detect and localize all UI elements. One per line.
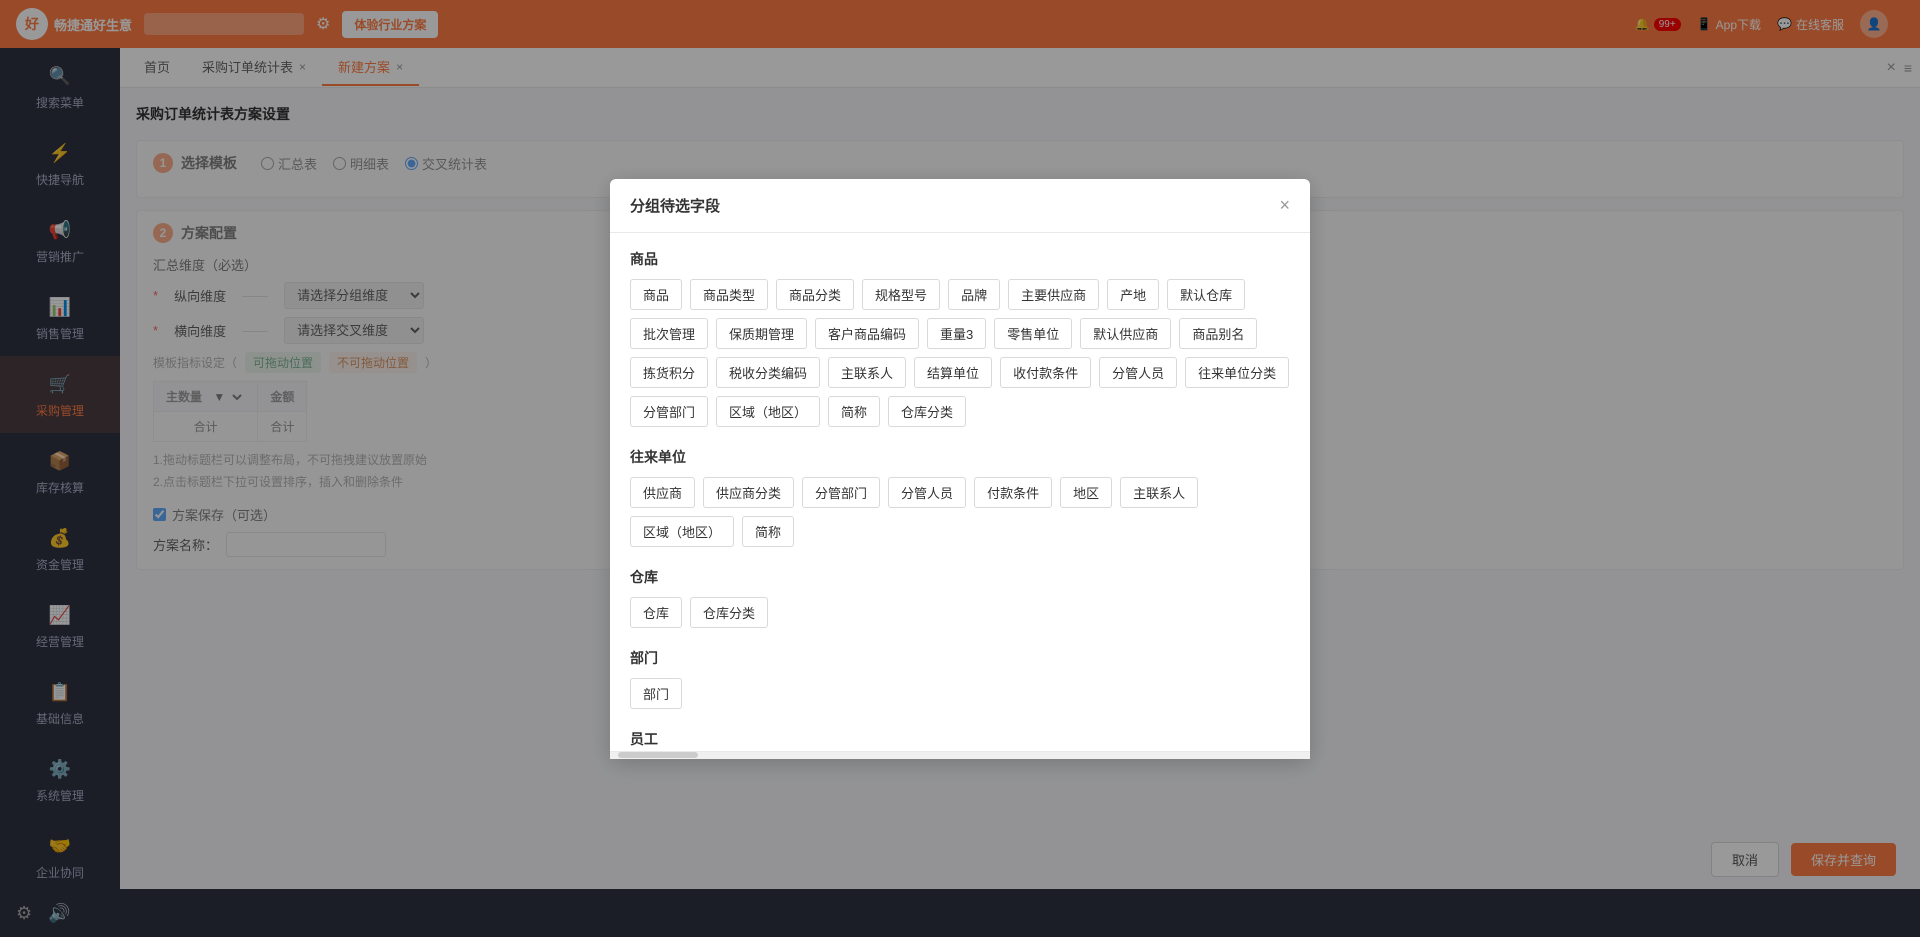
field-chip-0-1[interactable]: 商品类型 [690, 279, 768, 310]
field-section-4: 员工业务员 [630, 729, 1290, 751]
field-chip-0-16[interactable]: 税收分类编码 [716, 357, 820, 388]
field-chip-2-1[interactable]: 仓库分类 [690, 597, 768, 628]
field-chip-1-6[interactable]: 主联系人 [1120, 477, 1198, 508]
modal-close-button[interactable]: × [1279, 195, 1290, 216]
field-chip-0-24[interactable]: 简称 [828, 396, 880, 427]
field-chip-1-8[interactable]: 简称 [742, 516, 794, 547]
field-chip-0-19[interactable]: 收付款条件 [1000, 357, 1091, 388]
modal-dialog: 分组待选字段 × 商品商品商品类型商品分类规格型号品牌主要供应商产地默认仓库批次… [610, 179, 1310, 759]
section-title-1: 往来单位 [630, 447, 1290, 467]
field-chip-0-14[interactable]: 商品别名 [1179, 318, 1257, 349]
field-chip-0-21[interactable]: 往来单位分类 [1185, 357, 1289, 388]
field-chip-0-11[interactable]: 重量3 [927, 318, 986, 349]
field-chip-0-0[interactable]: 商品 [630, 279, 682, 310]
field-chip-3-0[interactable]: 部门 [630, 678, 682, 709]
field-chip-0-3[interactable]: 规格型号 [862, 279, 940, 310]
field-chip-0-13[interactable]: 默认供应商 [1080, 318, 1171, 349]
modal-body: 商品商品商品类型商品分类规格型号品牌主要供应商产地默认仓库批次管理保质期管理客户… [610, 233, 1310, 751]
field-chip-0-8[interactable]: 批次管理 [630, 318, 708, 349]
field-chip-0-23[interactable]: 区域（地区） [716, 396, 820, 427]
field-chip-0-7[interactable]: 默认仓库 [1167, 279, 1245, 310]
field-section-1: 往来单位供应商供应商分类分管部门分管人员付款条件地区主联系人区域（地区） 简称 [630, 447, 1290, 547]
section-title-2: 仓库 [630, 567, 1290, 587]
field-chip-2-0[interactable]: 仓库 [630, 597, 682, 628]
field-chip-0-5[interactable]: 主要供应商 [1008, 279, 1099, 310]
modal-header: 分组待选字段 × [610, 179, 1310, 233]
modal-title: 分组待选字段 [630, 195, 1279, 216]
field-chip-0-6[interactable]: 产地 [1107, 279, 1159, 310]
field-chips-2: 仓库仓库分类 [630, 597, 1290, 628]
modal-overlay: 分组待选字段 × 商品商品商品类型商品分类规格型号品牌主要供应商产地默认仓库批次… [0, 0, 1920, 937]
section-title-0: 商品 [630, 249, 1290, 269]
field-chip-0-25[interactable]: 仓库分类 [888, 396, 966, 427]
field-chip-1-5[interactable]: 地区 [1060, 477, 1112, 508]
field-chip-0-10[interactable]: 客户商品编码 [815, 318, 919, 349]
field-chips-1: 供应商供应商分类分管部门分管人员付款条件地区主联系人区域（地区） 简称 [630, 477, 1290, 547]
scrollbar-thumb [618, 752, 698, 758]
field-chip-0-15[interactable]: 拣货积分 [630, 357, 708, 388]
field-chip-1-7[interactable]: 区域（地区） [630, 516, 734, 547]
modal-horizontal-scrollbar[interactable] [610, 751, 1310, 759]
field-chips-3: 部门 [630, 678, 1290, 709]
field-chips-0: 商品商品类型商品分类规格型号品牌主要供应商产地默认仓库批次管理保质期管理客户商品… [630, 279, 1290, 427]
field-section-0: 商品商品商品类型商品分类规格型号品牌主要供应商产地默认仓库批次管理保质期管理客户… [630, 249, 1290, 427]
field-chip-0-2[interactable]: 商品分类 [776, 279, 854, 310]
field-chip-0-17[interactable]: 主联系人 [828, 357, 906, 388]
field-chip-1-3[interactable]: 分管人员 [888, 477, 966, 508]
field-section-2: 仓库仓库仓库分类 [630, 567, 1290, 628]
field-chip-0-20[interactable]: 分管人员 [1099, 357, 1177, 388]
field-chip-0-9[interactable]: 保质期管理 [716, 318, 807, 349]
field-chip-0-18[interactable]: 结算单位 [914, 357, 992, 388]
section-title-3: 部门 [630, 648, 1290, 668]
field-section-3: 部门部门 [630, 648, 1290, 709]
field-chip-0-22[interactable]: 分管部门 [630, 396, 708, 427]
section-title-4: 员工 [630, 729, 1290, 749]
field-chip-1-0[interactable]: 供应商 [630, 477, 695, 508]
field-chip-1-4[interactable]: 付款条件 [974, 477, 1052, 508]
field-chip-1-2[interactable]: 分管部门 [802, 477, 880, 508]
field-chip-0-12[interactable]: 零售单位 [994, 318, 1072, 349]
field-chip-0-4[interactable]: 品牌 [948, 279, 1000, 310]
field-chip-1-1[interactable]: 供应商分类 [703, 477, 794, 508]
